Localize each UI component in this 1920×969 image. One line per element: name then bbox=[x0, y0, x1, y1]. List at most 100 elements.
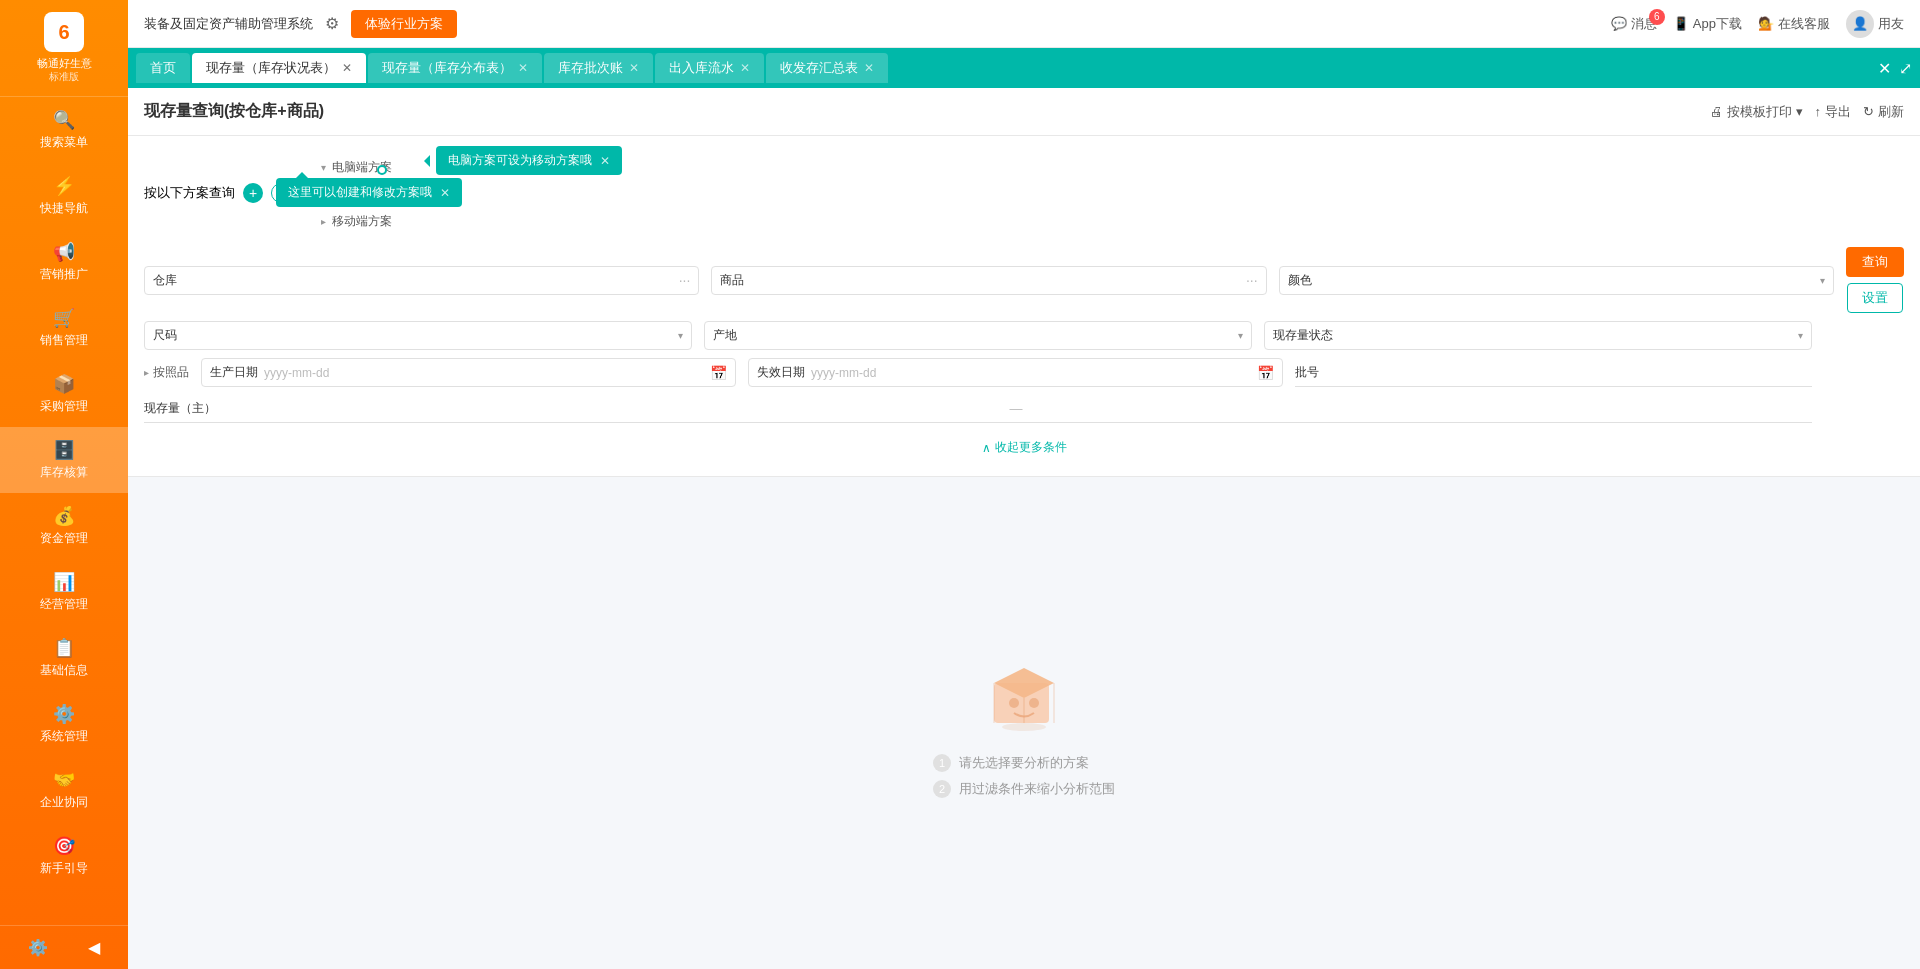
expire-date-calendar-icon[interactable]: 📅 bbox=[1257, 365, 1274, 381]
sidebar-item-enterprise[interactable]: 🤝 企业协同 bbox=[0, 757, 128, 823]
cart-icon: 🛒 bbox=[53, 307, 75, 329]
refresh-icon: ↻ bbox=[1863, 104, 1874, 119]
topbar-user[interactable]: 👤 用友 bbox=[1846, 10, 1904, 38]
sidebar-item-sales[interactable]: 🛒 销售管理 bbox=[0, 295, 128, 361]
page-title: 现存量查询(按仓库+商品) bbox=[144, 101, 324, 122]
sidebar-logo[interactable]: 6 畅通好生意 标准版 bbox=[0, 0, 128, 97]
page-actions: 🖨 按模板打印 ▾ ↑ 导出 ↻ 刷新 bbox=[1710, 103, 1905, 121]
fullscreen-icon[interactable]: ⤢ bbox=[1899, 59, 1912, 78]
stock-status-arrow-icon: ▾ bbox=[1798, 330, 1803, 341]
logo-title: 畅通好生意 bbox=[37, 56, 92, 70]
size-field[interactable]: 尺码 ▾ bbox=[144, 321, 692, 350]
filter-row-4: 现存量（主） — bbox=[144, 395, 1904, 423]
tab-inventory-dist-label: 现存量（库存分布表） bbox=[382, 59, 512, 77]
service-label: 在线客服 bbox=[1778, 15, 1830, 33]
color-label: 颜色 bbox=[1288, 272, 1312, 289]
export-btn[interactable]: ↑ 导出 bbox=[1815, 103, 1852, 121]
sidebar-item-marketing[interactable]: 📢 营销推广 bbox=[0, 229, 128, 295]
empty-state: 1 请先选择要分析的方案 2 用过滤条件来缩小分析范围 bbox=[933, 648, 1115, 798]
stock-status-field[interactable]: 现存量状态 ▾ bbox=[1264, 321, 1812, 350]
prod-date-field[interactable]: 生产日期 yyyy-mm-dd 📅 bbox=[201, 358, 736, 387]
scheme-mobile[interactable]: ▸ 移动端方案 bbox=[321, 210, 392, 233]
chart-icon: 📊 bbox=[53, 571, 75, 593]
sidebar-item-quick[interactable]: ⚡ 快捷导航 bbox=[0, 163, 128, 229]
tab-batch-close[interactable]: ✕ bbox=[629, 61, 639, 75]
tab-inventory-status[interactable]: 现存量（库存状况表） ✕ bbox=[192, 53, 366, 83]
prod-date-calendar-icon[interactable]: 📅 bbox=[710, 365, 727, 381]
close-all-icon[interactable]: ✕ bbox=[1878, 59, 1891, 78]
service-icon: 💁 bbox=[1758, 16, 1774, 31]
tab-inout-close[interactable]: ✕ bbox=[740, 61, 750, 75]
print-icon: 🖨 bbox=[1710, 104, 1723, 119]
filter-add-button[interactable]: + bbox=[243, 183, 263, 203]
export-label: 导出 bbox=[1825, 103, 1851, 121]
empty-tip-2: 2 用过滤条件来缩小分析范围 bbox=[933, 780, 1115, 798]
topbar-service[interactable]: 💁 在线客服 bbox=[1758, 15, 1830, 33]
tab-home[interactable]: 首页 bbox=[136, 53, 190, 83]
refresh-label: 刷新 bbox=[1878, 103, 1904, 121]
sidebar-item-sales-label: 销售管理 bbox=[40, 332, 88, 349]
user-avatar: 👤 bbox=[1846, 10, 1874, 38]
collapse-up-icon: ∧ bbox=[982, 441, 991, 455]
batch-field[interactable]: 批号 bbox=[1295, 359, 1812, 387]
sidebar-settings-btn[interactable]: ⚙️ bbox=[28, 938, 48, 957]
scheme-tooltip-close[interactable]: ✕ bbox=[600, 154, 610, 168]
filter-header-text: 按以下方案查询 bbox=[144, 184, 235, 202]
svg-point-8 bbox=[1029, 698, 1039, 708]
sidebar-item-guide[interactable]: 🎯 新手引导 bbox=[0, 823, 128, 889]
tab-inventory-status-close[interactable]: ✕ bbox=[342, 61, 352, 75]
tip-text-1: 请先选择要分析的方案 bbox=[959, 754, 1089, 772]
scheme-mobile-label: 移动端方案 bbox=[332, 213, 392, 230]
tabbar-actions: ✕ ⤢ bbox=[1878, 59, 1912, 78]
collapse-label: 收起更多条件 bbox=[995, 439, 1067, 456]
scheme-tooltip-text: 电脑方案可设为移动方案哦 bbox=[448, 152, 592, 169]
sidebar-item-search[interactable]: 🔍 搜索菜单 bbox=[0, 97, 128, 163]
stock-qty-field[interactable]: 现存量（主） — bbox=[144, 395, 1812, 423]
sidebar-item-inventory[interactable]: 🗄️ 库存核算 bbox=[0, 427, 128, 493]
refresh-btn[interactable]: ↻ 刷新 bbox=[1863, 103, 1904, 121]
print-btn[interactable]: 🖨 按模板打印 ▾ bbox=[1710, 103, 1803, 121]
search-button[interactable]: 查询 bbox=[1846, 247, 1904, 277]
sidebar-item-finance[interactable]: 💰 资金管理 bbox=[0, 493, 128, 559]
megaphone-icon: 📢 bbox=[53, 241, 75, 263]
lightning-icon: ⚡ bbox=[53, 175, 75, 197]
warehouse-field[interactable]: 仓库 ··· bbox=[144, 266, 699, 295]
stock-status-label: 现存量状态 bbox=[1273, 327, 1333, 344]
color-field[interactable]: 颜色 ▾ bbox=[1279, 266, 1834, 295]
prod-date-value: yyyy-mm-dd bbox=[264, 366, 704, 380]
sidebar: 6 畅通好生意 标准版 🔍 搜索菜单 ⚡ 快捷导航 📢 营销推广 🛒 销售管理 … bbox=[0, 0, 128, 969]
box-icon: 📦 bbox=[53, 373, 75, 395]
goods-field[interactable]: 商品 ··· bbox=[711, 266, 1266, 295]
tab-batch-account[interactable]: 库存批次账 ✕ bbox=[544, 53, 653, 83]
svg-point-7 bbox=[1009, 698, 1019, 708]
edit-tooltip-close[interactable]: ✕ bbox=[440, 186, 450, 200]
color-arrow-icon: ▾ bbox=[1820, 275, 1825, 286]
main-area: 装备及固定资产辅助管理系统 ⚙ 体验行业方案 💬 消息 6 📱 App下载 💁 … bbox=[128, 0, 1920, 969]
tab-inout-flow[interactable]: 出入库流水 ✕ bbox=[655, 53, 764, 83]
expire-date-field[interactable]: 失效日期 yyyy-mm-dd 📅 bbox=[748, 358, 1283, 387]
origin-field[interactable]: 产地 ▾ bbox=[704, 321, 1252, 350]
tab-collect-close[interactable]: ✕ bbox=[864, 61, 874, 75]
logo-badge: 标准版 bbox=[49, 70, 79, 84]
tab-collect-label: 收发存汇总表 bbox=[780, 59, 858, 77]
collapse-button[interactable]: ∧ 收起更多条件 bbox=[144, 431, 1904, 464]
trial-button[interactable]: 体验行业方案 bbox=[351, 10, 457, 38]
sidebar-item-operations[interactable]: 📊 经营管理 bbox=[0, 559, 128, 625]
sidebar-item-system[interactable]: ⚙️ 系统管理 bbox=[0, 691, 128, 757]
chevron-down-icon: ▾ bbox=[321, 162, 326, 173]
svg-point-9 bbox=[1002, 723, 1046, 731]
app-label: App下载 bbox=[1693, 15, 1742, 33]
tab-inventory-dist-close[interactable]: ✕ bbox=[518, 61, 528, 75]
sidebar-collapse-btn[interactable]: ◀ bbox=[88, 938, 100, 957]
sidebar-item-purchase[interactable]: 📦 采购管理 bbox=[0, 361, 128, 427]
category-arrow-icon: ▸ bbox=[144, 367, 149, 378]
topbar-gear-icon[interactable]: ⚙ bbox=[325, 14, 339, 33]
setting-button[interactable]: 设置 bbox=[1847, 283, 1903, 313]
sidebar-bottom: ⚙️ ◀ bbox=[0, 925, 128, 969]
tab-inventory-dist[interactable]: 现存量（库存分布表） ✕ bbox=[368, 53, 542, 83]
sidebar-item-basic[interactable]: 📋 基础信息 bbox=[0, 625, 128, 691]
topbar-app[interactable]: 📱 App下载 bbox=[1673, 15, 1742, 33]
tab-collect-report[interactable]: 收发存汇总表 ✕ bbox=[766, 53, 888, 83]
sidebar-item-basic-label: 基础信息 bbox=[40, 662, 88, 679]
topbar-message[interactable]: 💬 消息 6 bbox=[1611, 15, 1657, 33]
